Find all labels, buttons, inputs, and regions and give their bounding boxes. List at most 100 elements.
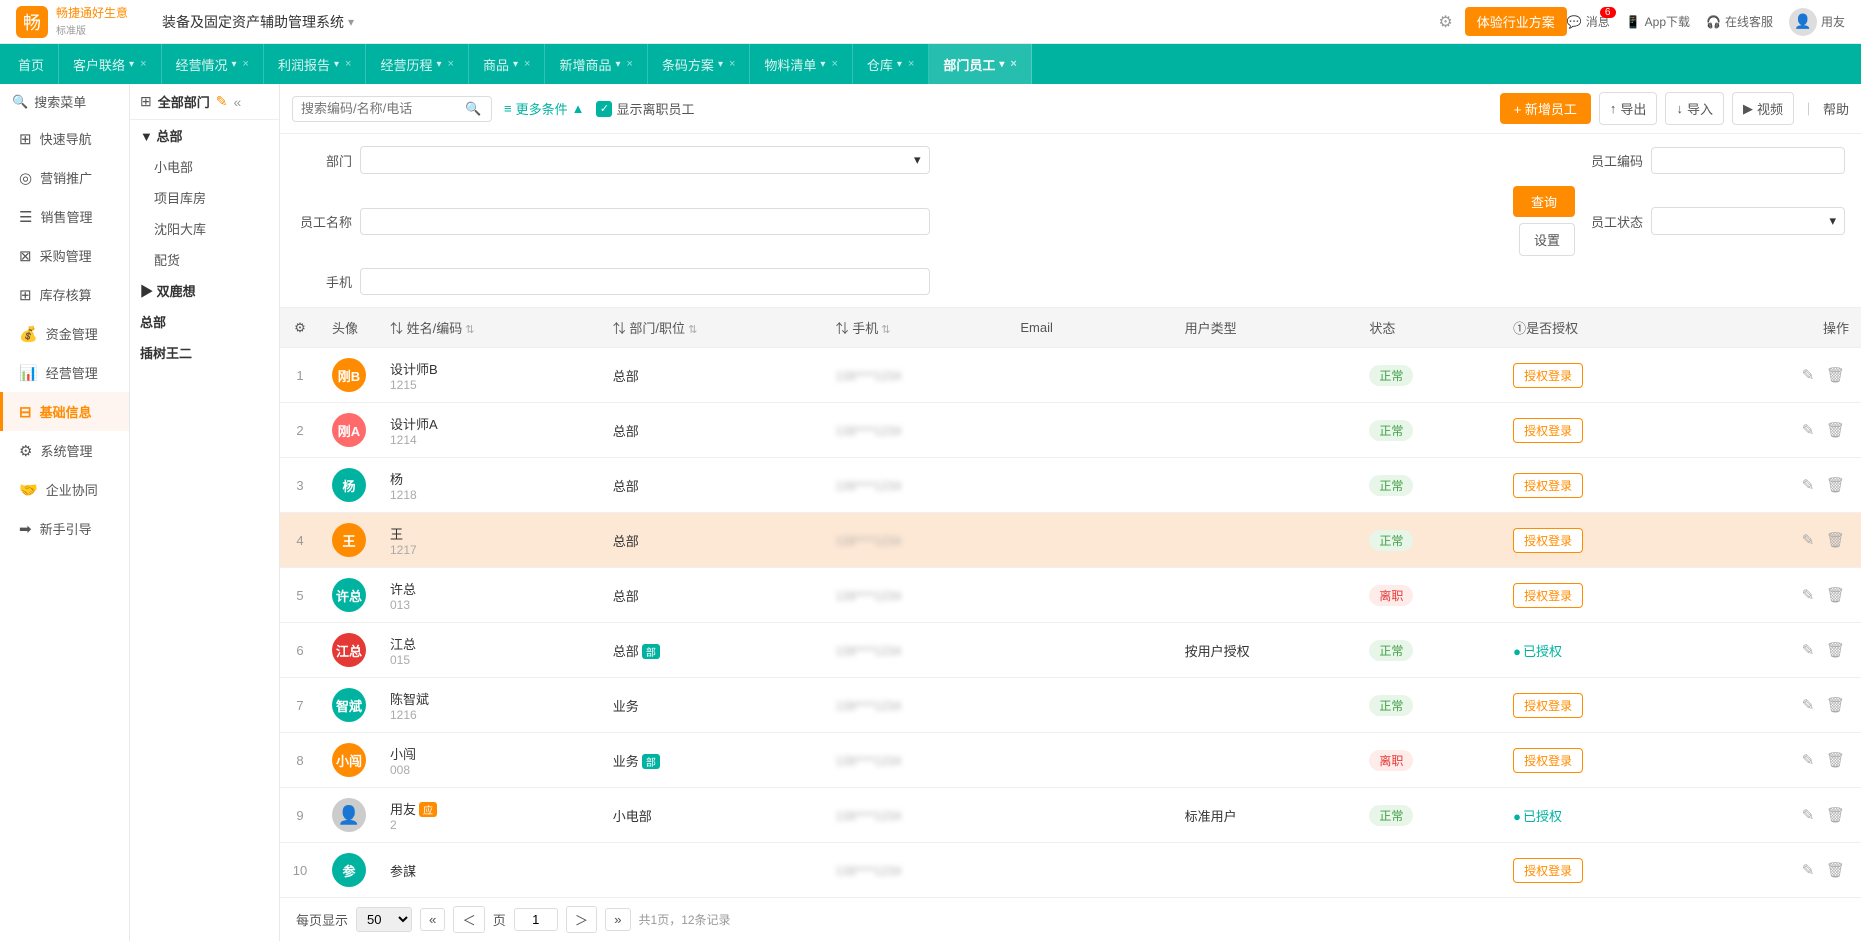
sidebar-item-guide[interactable]: ➡新手引导 [0, 509, 129, 548]
tab-chevron-icon[interactable]: ▾ [999, 59, 1004, 70]
sidebar-item-operation[interactable]: 📊经营管理 [0, 353, 129, 392]
empname-input[interactable] [360, 208, 930, 235]
delete-button[interactable]: 🗑 [1822, 474, 1849, 496]
col-setting[interactable]: ⚙ [280, 308, 320, 348]
edit-button[interactable]: ✎ [1798, 529, 1819, 551]
edit-button[interactable]: ✎ [1798, 749, 1819, 771]
delete-button[interactable]: 🗑 [1822, 859, 1849, 881]
col-phone[interactable]: ⇅ 手机 [824, 308, 1009, 348]
edit-button[interactable]: ✎ [1798, 584, 1819, 606]
tab-close-icon[interactable]: × [524, 58, 530, 70]
col-dept[interactable]: ⇅ 部门/职位 [601, 308, 824, 348]
tab-chevron-icon[interactable]: ▾ [897, 59, 902, 70]
tab-close-icon[interactable]: × [243, 58, 249, 70]
tab-close-icon[interactable]: × [626, 58, 632, 70]
tab-close-icon[interactable]: × [908, 58, 914, 70]
tab-close-icon[interactable]: × [1010, 58, 1016, 70]
nav-tab-process[interactable]: 经营历程 ▾ × [366, 44, 468, 84]
dept-node-xiaodian[interactable]: 小电部 [130, 151, 279, 182]
reset-button[interactable]: 设置 [1519, 223, 1575, 256]
nav-tab-dept[interactable]: 部门员工 ▾ × [929, 44, 1031, 84]
page-size-select[interactable]: 50 100 200 [356, 907, 412, 932]
more-filter-btn[interactable]: ≡ 更多条件 ▲ [504, 99, 584, 118]
delete-button[interactable]: 🗑 [1822, 694, 1849, 716]
edit-button[interactable]: ✎ [1798, 859, 1819, 881]
col-name[interactable]: ⇅ 姓名/编码 [378, 308, 601, 348]
sidebar-item-finance[interactable]: 💰资金管理 [0, 314, 129, 353]
tab-close-icon[interactable]: × [448, 58, 454, 70]
nav-tab-addgoods[interactable]: 新增商品 ▾ × [545, 44, 647, 84]
tab-chevron-icon[interactable]: ▾ [232, 59, 237, 70]
delete-button[interactable]: 🗑 [1822, 639, 1849, 661]
tab-chevron-icon[interactable]: ▾ [129, 59, 134, 70]
auth-button[interactable]: 授权登录 [1513, 858, 1583, 883]
app-download-btn[interactable]: 📱 App下载 [1626, 13, 1690, 30]
delete-button[interactable]: 🗑 [1822, 584, 1849, 606]
edit-button[interactable]: ✎ [1798, 364, 1819, 386]
nav-tab-goods[interactable]: 商品 ▾ × [469, 44, 545, 84]
nav-tab-materials[interactable]: 物料清单 ▾ × [750, 44, 852, 84]
delete-button[interactable]: 🗑 [1822, 364, 1849, 386]
first-page-btn[interactable]: « [420, 908, 445, 931]
query-button[interactable]: 查询 [1513, 186, 1575, 217]
empcode-input[interactable] [1651, 147, 1845, 174]
tab-chevron-icon[interactable]: ▾ [718, 59, 723, 70]
title-chevron-icon[interactable]: ▾ [348, 15, 354, 29]
nav-tab-profit[interactable]: 利润报告 ▾ × [264, 44, 366, 84]
show-inactive-toggle[interactable]: ✓ 显示离职员工 [596, 99, 694, 118]
sidebar-item-purchase[interactable]: ⊠采购管理 [0, 236, 129, 275]
add-employee-button[interactable]: + 新增员工 [1500, 93, 1591, 124]
delete-button[interactable]: 🗑 [1822, 804, 1849, 826]
online-service-btn[interactable]: 🎧 在线客服 [1706, 13, 1773, 30]
last-page-btn[interactable]: » [605, 908, 630, 931]
delete-button[interactable]: 🗑 [1822, 419, 1849, 441]
nav-tab-warehouse[interactable]: 仓库 ▾ × [853, 44, 929, 84]
page-number-input[interactable] [514, 908, 558, 931]
sidebar-item-quicknav[interactable]: ⊞快速导航 [0, 119, 129, 158]
collapse-icon[interactable]: « [233, 94, 241, 110]
gear-button[interactable]: ⚙ [1438, 12, 1452, 32]
tab-chevron-icon[interactable]: ▾ [615, 59, 620, 70]
auth-button[interactable]: 授权登录 [1513, 583, 1583, 608]
dept-node-buweiwang[interactable]: 插树王二 [130, 337, 279, 368]
auth-button[interactable]: 授权登录 [1513, 363, 1583, 388]
sidebar-item-basic[interactable]: ⊟基础信息 [0, 392, 129, 431]
auth-button[interactable]: 授权登录 [1513, 473, 1583, 498]
auth-button[interactable]: 授权登录 [1513, 748, 1583, 773]
nav-tab-business[interactable]: 经营情况 ▾ × [162, 44, 264, 84]
auth-button[interactable]: 授权登录 [1513, 418, 1583, 443]
edit-dept-icon[interactable]: ✎ [216, 93, 228, 110]
delete-button[interactable]: 🗑 [1822, 529, 1849, 551]
dept-node-shuangluo[interactable]: ▶ 双鹿想 [130, 275, 279, 306]
next-page-btn[interactable]: ＞ [566, 906, 597, 933]
tab-chevron-icon[interactable]: ▾ [513, 59, 518, 70]
message-btn[interactable]: 💬 消息 6 [1567, 13, 1610, 30]
nav-tab-customer[interactable]: 客户联络 ▾ × [59, 44, 161, 84]
video-button[interactable]: ▶ 视频 [1732, 92, 1794, 125]
tab-close-icon[interactable]: × [831, 58, 837, 70]
export-button[interactable]: ↑ 导出 [1599, 92, 1658, 125]
tab-chevron-icon[interactable]: ▾ [334, 59, 339, 70]
tab-chevron-icon[interactable]: ▾ [436, 59, 441, 70]
empstatus-select[interactable]: ▾ [1651, 207, 1845, 235]
tab-close-icon[interactable]: × [729, 58, 735, 70]
help-btn[interactable]: ｜ [1802, 99, 1815, 118]
tab-chevron-icon[interactable]: ▾ [820, 59, 825, 70]
dept-node-general[interactable]: ▼ 总部 [130, 120, 279, 151]
delete-button[interactable]: 🗑 [1822, 749, 1849, 771]
nav-tab-home[interactable]: 首页 [8, 44, 59, 84]
nav-tab-barcode[interactable]: 条码方案 ▾ × [648, 44, 750, 84]
search-submit-icon[interactable]: 🔍 [465, 101, 481, 117]
sidebar-item-sales[interactable]: ☰销售管理 [0, 197, 129, 236]
dept-select[interactable]: ▾ [360, 146, 930, 174]
search-input[interactable] [301, 101, 461, 116]
dept-node-zongbu[interactable]: 总部 [130, 306, 279, 337]
auth-button[interactable]: 授权登录 [1513, 693, 1583, 718]
sidebar-item-corp[interactable]: 🤝企业协同 [0, 470, 129, 509]
trial-button[interactable]: 体验行业方案 [1465, 7, 1567, 36]
sidebar-item-inventory[interactable]: ⊞库存核算 [0, 275, 129, 314]
edit-button[interactable]: ✎ [1798, 694, 1819, 716]
dept-node-peihuo[interactable]: 配货 [130, 244, 279, 275]
edit-button[interactable]: ✎ [1798, 419, 1819, 441]
auth-button[interactable]: 授权登录 [1513, 528, 1583, 553]
